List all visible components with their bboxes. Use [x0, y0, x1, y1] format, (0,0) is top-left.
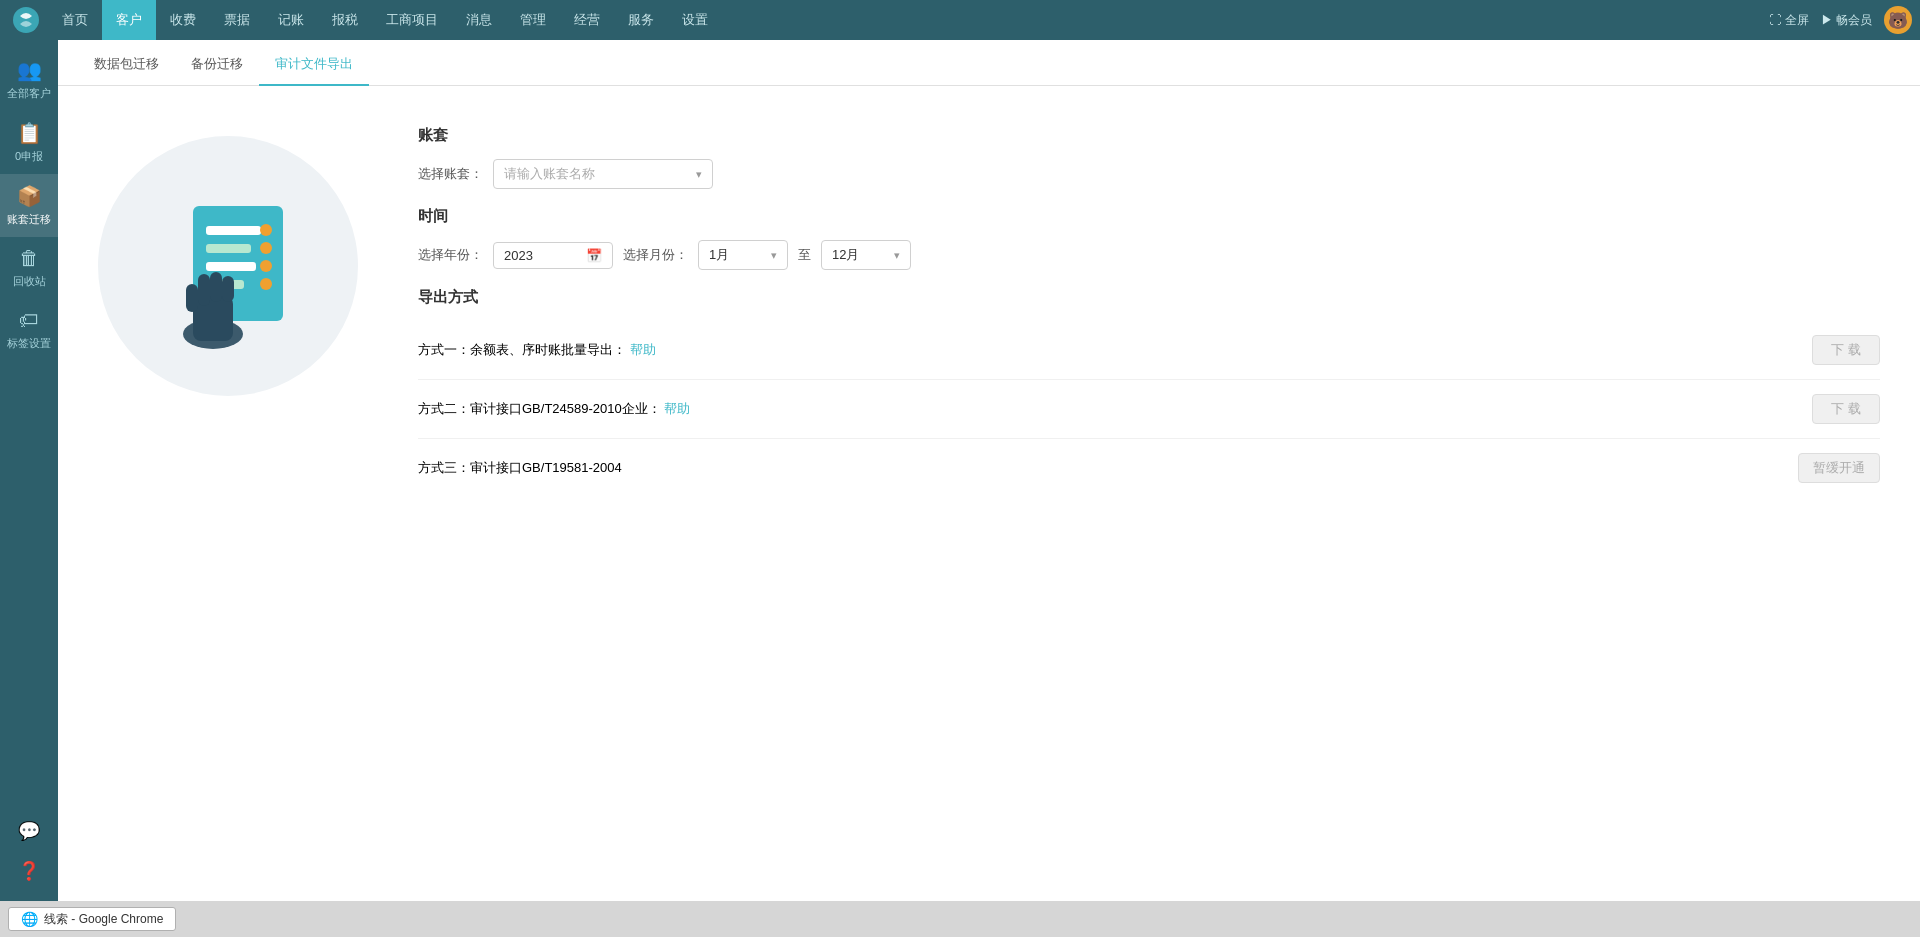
svg-point-6	[260, 224, 272, 236]
page-content: 账套 选择账套： 请输入账套名称 ▾ 时间 选择年份： 2023 📅	[58, 86, 1920, 901]
to-text: 至	[798, 246, 811, 264]
nav-fee[interactable]: 收费	[156, 0, 210, 40]
top-nav-right: ⛶ 全屏 ▶ 畅会员 🐻	[1769, 6, 1912, 34]
account-select-placeholder: 请输入账套名称	[504, 165, 595, 183]
tab-audit-export[interactable]: 审计文件导出	[259, 44, 369, 86]
help-icon[interactable]: ❓	[11, 853, 47, 889]
month-start-select[interactable]: 1月 ▾	[698, 240, 788, 270]
nav-home[interactable]: 首页	[48, 0, 102, 40]
avatar[interactable]: 🐻	[1884, 6, 1912, 34]
sidebar-item-recycle[interactable]: 🗑 回收站	[0, 237, 58, 299]
method2-label: 方式二：审计接口GB/T24589-2010企业： 帮助	[418, 400, 690, 418]
illustration-wrap	[98, 116, 358, 396]
export-method-2: 方式二：审计接口GB/T24589-2010企业： 帮助 下 载	[418, 380, 1880, 439]
calendar-icon: 📅	[586, 248, 602, 263]
sidebar-item-account-migration[interactable]: 📦 账套迁移	[0, 174, 58, 237]
vip-button[interactable]: ▶ 畅会员	[1821, 12, 1872, 29]
svg-rect-14	[210, 272, 222, 302]
account-select-dropdown[interactable]: 请输入账套名称 ▾	[493, 159, 713, 189]
export-method-1: 方式一：余额表、序时账批量导出： 帮助 下 载	[418, 321, 1880, 380]
time-section-title: 时间	[418, 207, 1880, 226]
sidebar-bottom: 💬 ❓	[11, 813, 47, 901]
tab-backup-migration[interactable]: 备份迁移	[175, 44, 259, 86]
top-nav: 首页 客户 收费 票据 记账 报税 工商项目 消息 管理 经营 服务 设置 ⛶ …	[0, 0, 1920, 40]
svg-rect-12	[186, 284, 198, 312]
nav-invoice[interactable]: 票据	[210, 0, 264, 40]
nav-service[interactable]: 服务	[614, 0, 668, 40]
taskbar-chrome-item[interactable]: 🌐 线索 - Google Chrome	[8, 907, 176, 931]
sidebar: 👥 全部客户 📋 0申报 📦 账套迁移 🗑 回收站 🏷 标签设置 💬 ❓	[0, 40, 58, 901]
method2-help-link[interactable]: 帮助	[664, 401, 690, 416]
method2-download-button[interactable]: 下 载	[1812, 394, 1880, 424]
year-value: 2023	[504, 248, 533, 263]
month-end-select[interactable]: 12月 ▾	[821, 240, 911, 270]
method1-download-button[interactable]: 下 载	[1812, 335, 1880, 365]
svg-rect-15	[222, 276, 234, 302]
month-start-value: 1月	[709, 246, 729, 264]
app-logo	[8, 2, 44, 38]
label-settings-icon: 🏷	[19, 309, 39, 332]
content-area: 数据包迁移 备份迁移 审计文件导出	[58, 40, 1920, 901]
month-label: 选择月份：	[623, 246, 688, 264]
svg-point-7	[260, 242, 272, 254]
sidebar-item-label-settings[interactable]: 🏷 标签设置	[0, 299, 58, 361]
nav-settings[interactable]: 设置	[668, 0, 722, 40]
illustration-svg	[138, 166, 318, 366]
nav-tax[interactable]: 报税	[318, 0, 372, 40]
year-label: 选择年份：	[418, 246, 483, 264]
account-section-title: 账套	[418, 126, 1880, 145]
sidebar-item-zero-declare[interactable]: 📋 0申报	[0, 111, 58, 174]
fullscreen-button[interactable]: ⛶ 全屏	[1769, 12, 1808, 29]
sub-tabs: 数据包迁移 备份迁移 审计文件导出	[58, 40, 1920, 86]
svg-rect-13	[198, 274, 210, 306]
svg-rect-2	[206, 226, 261, 235]
time-row: 选择年份： 2023 📅 选择月份： 1月 ▾ 至 12月 ▾	[418, 240, 1880, 270]
account-select-row: 选择账套： 请输入账套名称 ▾	[418, 159, 1880, 189]
svg-point-9	[260, 278, 272, 290]
chevron-down-icon: ▾	[696, 168, 702, 181]
year-input[interactable]: 2023 📅	[493, 242, 613, 269]
chat-icon[interactable]: 💬	[11, 813, 47, 849]
account-migration-icon: 📦	[17, 184, 42, 208]
method3-open-button[interactable]: 暂缓开通	[1798, 453, 1880, 483]
nav-business[interactable]: 工商项目	[372, 0, 452, 40]
method1-text: 方式一：余额表、序时账批量导出：	[418, 342, 626, 357]
svg-rect-4	[206, 262, 256, 271]
account-select-label: 选择账套：	[418, 165, 483, 183]
nav-operation[interactable]: 经营	[560, 0, 614, 40]
all-customers-icon: 👥	[17, 58, 42, 82]
method3-text: 方式三：审计接口GB/T19581-2004	[418, 460, 622, 475]
zero-declare-icon: 📋	[17, 121, 42, 145]
month-end-chevron-icon: ▾	[894, 249, 900, 262]
method2-text: 方式二：审计接口GB/T24589-2010企业：	[418, 401, 661, 416]
month-end-value: 12月	[832, 246, 859, 264]
taskbar: 🌐 线索 - Google Chrome	[0, 901, 1920, 937]
svg-rect-3	[206, 244, 251, 253]
nav-manage[interactable]: 管理	[506, 0, 560, 40]
main-layout: 👥 全部客户 📋 0申报 📦 账套迁移 🗑 回收站 🏷 标签设置 💬 ❓ 数据包…	[0, 40, 1920, 901]
export-section-title: 导出方式	[418, 288, 1880, 307]
svg-point-8	[260, 260, 272, 272]
nav-customer[interactable]: 客户	[102, 0, 156, 40]
recycle-icon: 🗑	[19, 247, 39, 270]
chrome-icon: 🌐	[21, 911, 38, 927]
illustration-circle	[98, 136, 358, 396]
method1-help-link[interactable]: 帮助	[630, 342, 656, 357]
sidebar-item-all-customers[interactable]: 👥 全部客户	[0, 48, 58, 111]
tab-data-migration[interactable]: 数据包迁移	[78, 44, 175, 86]
taskbar-chrome-label: 线索 - Google Chrome	[44, 911, 163, 928]
nav-message[interactable]: 消息	[452, 0, 506, 40]
svg-point-0	[13, 7, 39, 33]
method3-label: 方式三：审计接口GB/T19581-2004	[418, 459, 622, 477]
method1-label: 方式一：余额表、序时账批量导出： 帮助	[418, 341, 656, 359]
nav-items: 首页 客户 收费 票据 记账 报税 工商项目 消息 管理 经营 服务 设置	[48, 0, 1769, 40]
month-start-chevron-icon: ▾	[771, 249, 777, 262]
export-method-3: 方式三：审计接口GB/T19581-2004 暂缓开通	[418, 439, 1880, 497]
form-area: 账套 选择账套： 请输入账套名称 ▾ 时间 选择年份： 2023 📅	[418, 116, 1880, 497]
nav-bookkeeping[interactable]: 记账	[264, 0, 318, 40]
